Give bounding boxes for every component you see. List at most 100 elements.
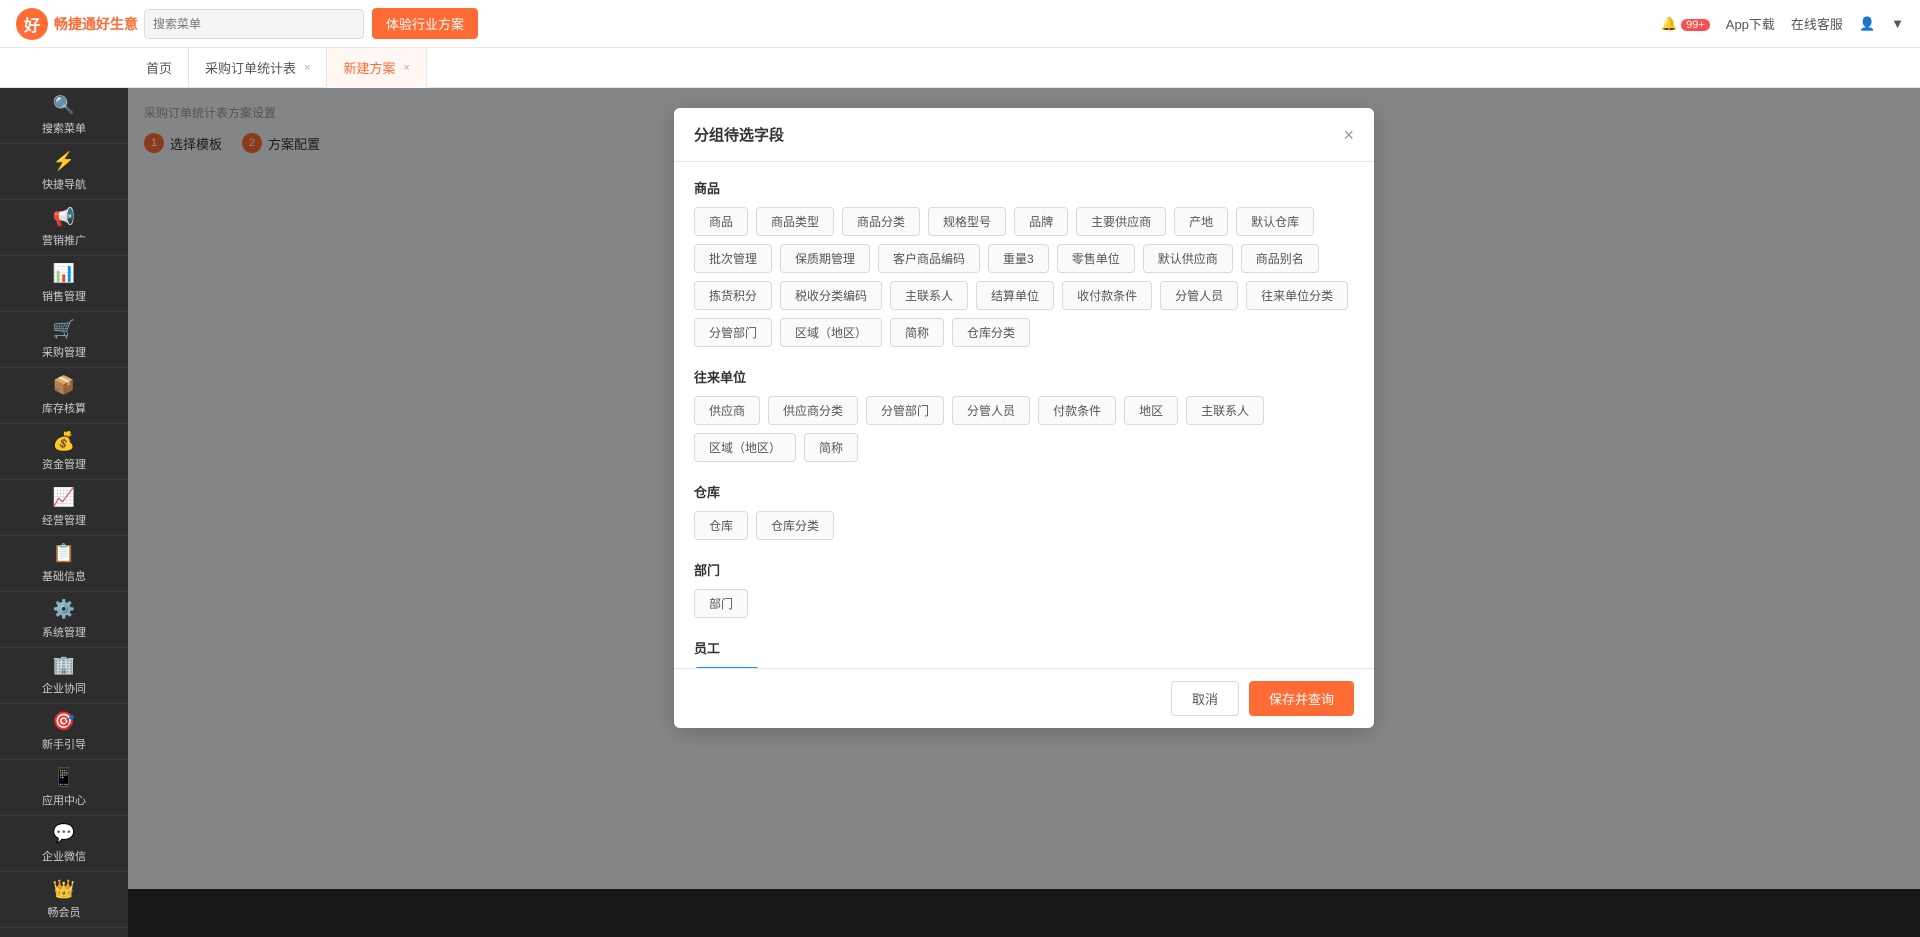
section-transaction-chips: 供应商 供应商分类 分管部门 分管人员 付款条件 地区 主联系人 区域（地区） … xyxy=(694,396,1354,462)
chip-default-supplier[interactable]: 默认供应商 xyxy=(1143,244,1233,273)
chip-product-category[interactable]: 商品分类 xyxy=(842,207,920,236)
chip-mgmt-dept[interactable]: 分管部门 xyxy=(694,318,772,347)
chip-retail-unit[interactable]: 零售单位 xyxy=(1057,244,1135,273)
chip-region-area[interactable]: 区域（地区） xyxy=(780,318,882,347)
sidebar-item-purchase[interactable]: 🛒 采购管理 xyxy=(0,312,128,368)
chip-commodity[interactable]: 商品 xyxy=(694,207,748,236)
chip-settlement-unit[interactable]: 结算单位 xyxy=(976,281,1054,310)
chip-dep[interactable]: 部门 xyxy=(694,589,748,618)
modal-close-button[interactable]: × xyxy=(1343,126,1354,144)
notification-badge: 99+ xyxy=(1681,19,1710,31)
section-transaction-title: 往来单位 xyxy=(694,367,1354,386)
sidebar-item-marketing[interactable]: 📢 营销推广 xyxy=(0,200,128,256)
chip-quality-mgmt[interactable]: 保质期管理 xyxy=(780,244,870,273)
chip-wh-category[interactable]: 仓库分类 xyxy=(756,511,834,540)
chip-customer-code[interactable]: 客户商品编码 xyxy=(878,244,980,273)
marketing-icon: 📢 xyxy=(53,207,75,228)
tab-new-scheme-label: 新建方案 xyxy=(343,58,395,77)
sidebar-item-sales[interactable]: 📊 销售管理 xyxy=(0,256,128,312)
section-warehouse: 仓库 仓库 仓库分类 xyxy=(694,482,1354,540)
sidebar: 🔍 搜索菜单 ⚡ 快捷导航 📢 营销推广 📊 销售管理 🛒 采购管理 📦 库存核… xyxy=(0,88,128,937)
chip-main-contact[interactable]: 主联系人 xyxy=(1186,396,1264,425)
chip-product-type[interactable]: 商品类型 xyxy=(756,207,834,236)
purchase-icon: 🛒 xyxy=(53,319,75,340)
sidebar-item-finance-label: 资金管理 xyxy=(42,456,86,472)
chip-batch-mgmt[interactable]: 批次管理 xyxy=(694,244,772,273)
chip-product-alias[interactable]: 商品别名 xyxy=(1241,244,1319,273)
logo: 好 畅捷通好生意 xyxy=(16,8,144,40)
sidebar-item-finance[interactable]: 💰 资金管理 xyxy=(0,424,128,480)
tab-new-scheme[interactable]: 新建方案 × xyxy=(327,48,426,88)
experience-btn[interactable]: 体验行业方案 xyxy=(372,8,478,39)
sidebar-item-member[interactable]: 👑 畅会员 xyxy=(0,872,128,928)
chip-dept-manager[interactable]: 分管人员 xyxy=(952,396,1030,425)
chip-brand[interactable]: 品牌 xyxy=(1014,207,1068,236)
sidebar-item-system[interactable]: ⚙️ 系统管理 xyxy=(0,592,128,648)
online-service-link[interactable]: 在线客服 xyxy=(1791,14,1843,33)
modal-header: 分组待选字段 × xyxy=(674,108,1374,162)
search-icon: 🔍 xyxy=(53,95,75,116)
chip-supplier[interactable]: 供应商 xyxy=(694,396,760,425)
chip-payment-terms[interactable]: 收付款条件 xyxy=(1062,281,1152,310)
chip-dept[interactable]: 分管部门 xyxy=(866,396,944,425)
section-department-title: 部门 xyxy=(694,560,1354,579)
cancel-button[interactable]: 取消 xyxy=(1171,681,1239,716)
chip-payment-condition[interactable]: 付款条件 xyxy=(1038,396,1116,425)
chip-short-name[interactable]: 简称 xyxy=(890,318,944,347)
chip-abbr[interactable]: 简称 xyxy=(804,433,858,462)
logo-text: 畅捷通好生意 xyxy=(54,14,138,34)
chip-area-region[interactable]: 区域（地区） xyxy=(694,433,796,462)
chip-main-supplier[interactable]: 主要供应商 xyxy=(1076,207,1166,236)
modal-body: 商品 商品 商品类型 商品分类 规格型号 品牌 主要供应商 产地 默认仓库 批次… xyxy=(674,162,1374,668)
top-bar: 好 畅捷通好生意 体验行业方案 🔔 99+ App下载 在线客服 👤 ▼ xyxy=(0,0,1920,48)
chip-wh[interactable]: 仓库 xyxy=(694,511,748,540)
notification-area[interactable]: 🔔 99+ xyxy=(1661,16,1709,32)
operation-icon: 📈 xyxy=(53,487,75,508)
chip-region[interactable]: 地区 xyxy=(1124,396,1178,425)
modal-footer: 取消 保存并查询 xyxy=(674,668,1374,728)
search-input[interactable] xyxy=(144,9,364,39)
chip-origin[interactable]: 产地 xyxy=(1174,207,1228,236)
tab-home[interactable]: 首页 xyxy=(130,48,189,88)
tab-new-scheme-close[interactable]: × xyxy=(403,62,409,74)
chip-tax-code[interactable]: 税收分类编码 xyxy=(780,281,882,310)
sidebar-item-search-label: 搜索菜单 xyxy=(42,120,86,136)
sidebar-item-inventory-label: 库存核算 xyxy=(42,400,86,416)
sidebar-item-guide[interactable]: 🎯 新手引导 xyxy=(0,704,128,760)
member-icon: 👑 xyxy=(53,879,75,900)
chip-spec-type[interactable]: 规格型号 xyxy=(928,207,1006,236)
top-right-area: 🔔 99+ App下载 在线客服 👤 ▼ xyxy=(1661,14,1904,33)
chip-default-warehouse[interactable]: 默认仓库 xyxy=(1236,207,1314,236)
sidebar-item-search[interactable]: 🔍 搜索菜单 xyxy=(0,88,128,144)
section-department-chips: 部门 xyxy=(694,589,1354,618)
sales-icon: 📊 xyxy=(53,263,75,284)
guide-icon: 🎯 xyxy=(53,711,75,732)
chip-supplier-category[interactable]: 供应商分类 xyxy=(768,396,858,425)
sidebar-item-purchase-label: 采购管理 xyxy=(42,344,86,360)
sidebar-item-inventory[interactable]: 📦 库存核算 xyxy=(0,368,128,424)
sidebar-item-operation[interactable]: 📈 经营管理 xyxy=(0,480,128,536)
system-icon: ⚙️ xyxy=(53,599,75,620)
section-product-chips: 商品 商品类型 商品分类 规格型号 品牌 主要供应商 产地 默认仓库 批次管理 … xyxy=(694,207,1354,347)
inventory-icon: 📦 xyxy=(53,375,75,396)
sidebar-item-quick-nav[interactable]: ⚡ 快捷导航 xyxy=(0,144,128,200)
chip-weight3[interactable]: 重量3 xyxy=(988,244,1049,273)
chip-pickup-points[interactable]: 拣货积分 xyxy=(694,281,772,310)
chip-manager[interactable]: 分管人员 xyxy=(1160,281,1238,310)
tab-purchase-stats[interactable]: 采购订单统计表 × xyxy=(189,48,327,88)
sidebar-item-quick-nav-label: 快捷导航 xyxy=(42,176,86,192)
chip-primary-contact[interactable]: 主联系人 xyxy=(890,281,968,310)
chip-source-unit-category[interactable]: 往来单位分类 xyxy=(1246,281,1348,310)
sidebar-item-enterprise[interactable]: 🏢 企业协同 xyxy=(0,648,128,704)
confirm-button[interactable]: 保存并查询 xyxy=(1249,681,1354,716)
user-avatar[interactable]: 👤 xyxy=(1859,16,1875,32)
sidebar-item-basic[interactable]: 📋 基础信息 xyxy=(0,536,128,592)
user-menu-toggle[interactable]: ▼ xyxy=(1891,16,1904,31)
chip-warehouse-category[interactable]: 仓库分类 xyxy=(952,318,1030,347)
app-download-link[interactable]: App下载 xyxy=(1726,14,1775,33)
tab-purchase-stats-close[interactable]: × xyxy=(304,62,310,74)
logo-icon: 好 xyxy=(16,8,48,40)
sidebar-item-wechat[interactable]: 💬 企业微信 xyxy=(0,816,128,872)
modal-overlay: 分组待选字段 × 商品 商品 商品类型 商品分类 规格型号 品牌 主要供应商 产… xyxy=(128,88,1920,937)
sidebar-item-app-center[interactable]: 📱 应用中心 xyxy=(0,760,128,816)
